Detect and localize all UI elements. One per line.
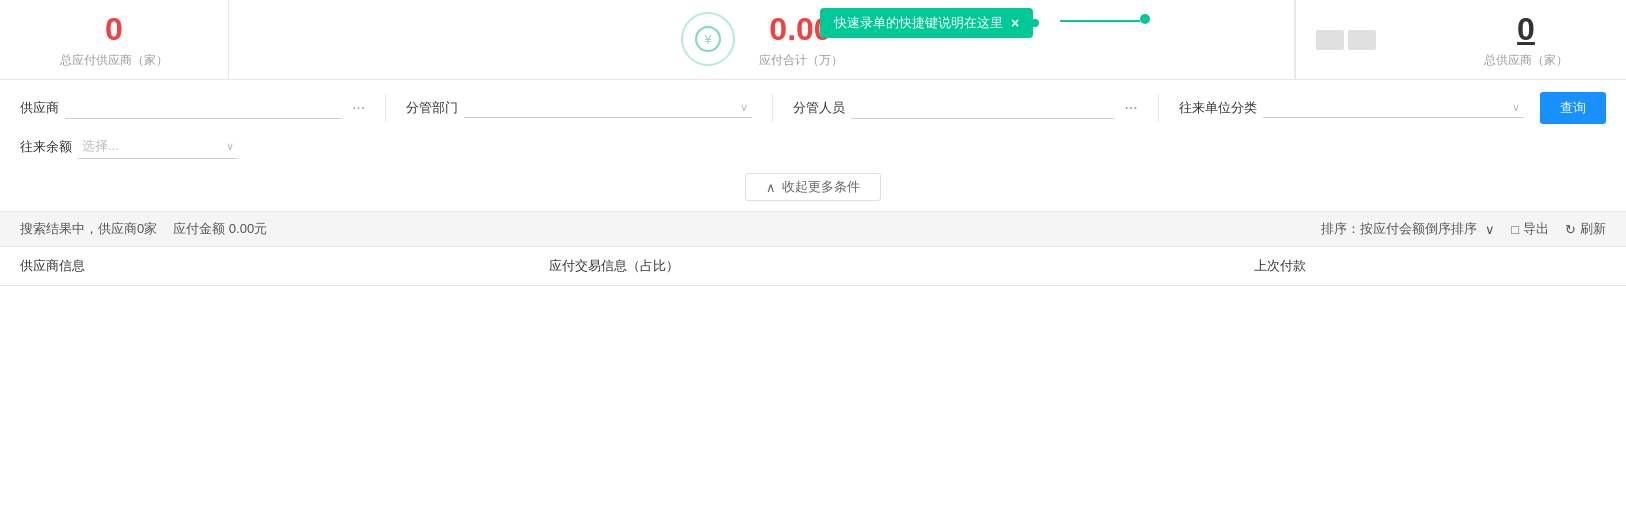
payable-suppliers-label: 总应付供应商（家） (60, 52, 168, 69)
unit-category-label: 往来单位分类 (1179, 99, 1257, 117)
tooltip-text: 快速录单的快捷键说明在这里 (834, 14, 1003, 32)
collapse-arrow-icon: ∧ (766, 180, 776, 195)
filter-bar: 供应商 ··· 分管部门 ∨ 分管人员 ··· 往来单位分类 ∨ (0, 80, 1626, 212)
supplier-label: 供应商 (20, 99, 59, 117)
balance-label: 往来余额 (20, 138, 72, 156)
collapse-button-label: 收起更多条件 (782, 178, 860, 196)
person-label: 分管人员 (793, 99, 845, 117)
filter-department: 分管部门 ∨ (406, 98, 751, 118)
payable-suppliers-number: 0 (105, 10, 123, 48)
refresh-button[interactable]: ↻ 刷新 (1565, 220, 1606, 238)
stat-payable-suppliers: 0 总应付供应商（家） (0, 0, 229, 79)
sort-label: 排序：按应付会额倒序排序 (1321, 220, 1477, 238)
supplier-dots[interactable]: ··· (352, 99, 365, 117)
tooltip-line (1060, 20, 1140, 22)
query-btn-wrapper: 查询 (1540, 92, 1606, 124)
table-col-payable-info: 应付交易信息（占比） (549, 257, 1254, 275)
stat-placeholder-area (1295, 0, 1426, 79)
total-suppliers-label: 总供应商（家） (1484, 52, 1568, 69)
person-dots[interactable]: ··· (1124, 99, 1137, 117)
refresh-icon: ↻ (1565, 222, 1576, 237)
payable-total-label: 应付合计（万） (759, 52, 843, 69)
export-icon: □ (1511, 222, 1519, 237)
svg-text:¥: ¥ (703, 32, 712, 47)
sort-arrow-icon: ∨ (1485, 222, 1495, 237)
department-select[interactable]: ∨ (464, 98, 751, 118)
payable-icon: ¥ (681, 12, 735, 66)
tooltip-close-button[interactable]: × (1011, 15, 1019, 31)
result-amount-info: 应付金额 0.00元 (173, 220, 267, 238)
collapse-bar: ∧ 收起更多条件 (20, 167, 1606, 211)
export-button[interactable]: □ 导出 (1511, 220, 1549, 238)
result-bar: 搜索结果中，供应商0家 应付金额 0.00元 排序：按应付会额倒序排序 ∨ □ … (0, 212, 1626, 247)
export-label: 导出 (1523, 220, 1549, 238)
filter-row-1: 供应商 ··· 分管部门 ∨ 分管人员 ··· 往来单位分类 ∨ (20, 92, 1606, 124)
filter-person: 分管人员 ··· (793, 97, 1138, 119)
query-button[interactable]: 查询 (1540, 92, 1606, 124)
tooltip-popup: 快速录单的快捷键说明在这里 × (820, 8, 1033, 38)
stats-bar: 0 总应付供应商（家） ¥ 0.00 应付合计（万） 快速录单的快捷键说明在这里… (0, 0, 1626, 80)
result-info-group: 搜索结果中，供应商0家 应付金额 0.00元 (20, 220, 267, 238)
supplier-input[interactable] (65, 97, 342, 119)
sort-select[interactable]: 排序：按应付会额倒序排序 ∨ (1321, 220, 1495, 238)
divider-3 (1158, 94, 1159, 122)
department-arrow-icon: ∨ (740, 101, 748, 114)
balance-select[interactable]: 选择... ∨ (78, 134, 238, 159)
refresh-label: 刷新 (1580, 220, 1606, 238)
result-count-info: 搜索结果中，供应商0家 (20, 220, 157, 238)
unit-category-arrow-icon: ∨ (1512, 101, 1520, 114)
unit-category-select[interactable]: ∨ (1263, 98, 1524, 118)
table-col-last-payment: 上次付款 (1254, 257, 1606, 275)
divider-2 (772, 94, 773, 122)
collapse-button[interactable]: ∧ 收起更多条件 (745, 173, 881, 201)
tooltip-dot (1140, 14, 1150, 24)
total-suppliers-number: 0 (1517, 10, 1535, 48)
stat-payable-total: ¥ 0.00 应付合计（万） (229, 0, 1295, 79)
table-col-supplier-info: 供应商信息 (20, 257, 549, 275)
balance-placeholder: 选择... (82, 137, 226, 155)
filter-unit-category: 往来单位分类 ∨ (1179, 98, 1524, 118)
department-label: 分管部门 (406, 99, 458, 117)
balance-arrow-icon: ∨ (226, 140, 234, 153)
filter-balance: 往来余额 选择... ∨ (20, 134, 238, 159)
filter-supplier: 供应商 ··· (20, 97, 365, 119)
person-input[interactable] (851, 97, 1115, 119)
stat-total-suppliers: 0 总供应商（家） (1426, 0, 1626, 79)
result-actions: 排序：按应付会额倒序排序 ∨ □ 导出 ↻ 刷新 (1321, 220, 1606, 238)
table-body (0, 286, 1626, 515)
filter-row-2: 往来余额 选择... ∨ (20, 134, 1606, 159)
divider-1 (385, 94, 386, 122)
table-header: 供应商信息 应付交易信息（占比） 上次付款 (0, 247, 1626, 286)
